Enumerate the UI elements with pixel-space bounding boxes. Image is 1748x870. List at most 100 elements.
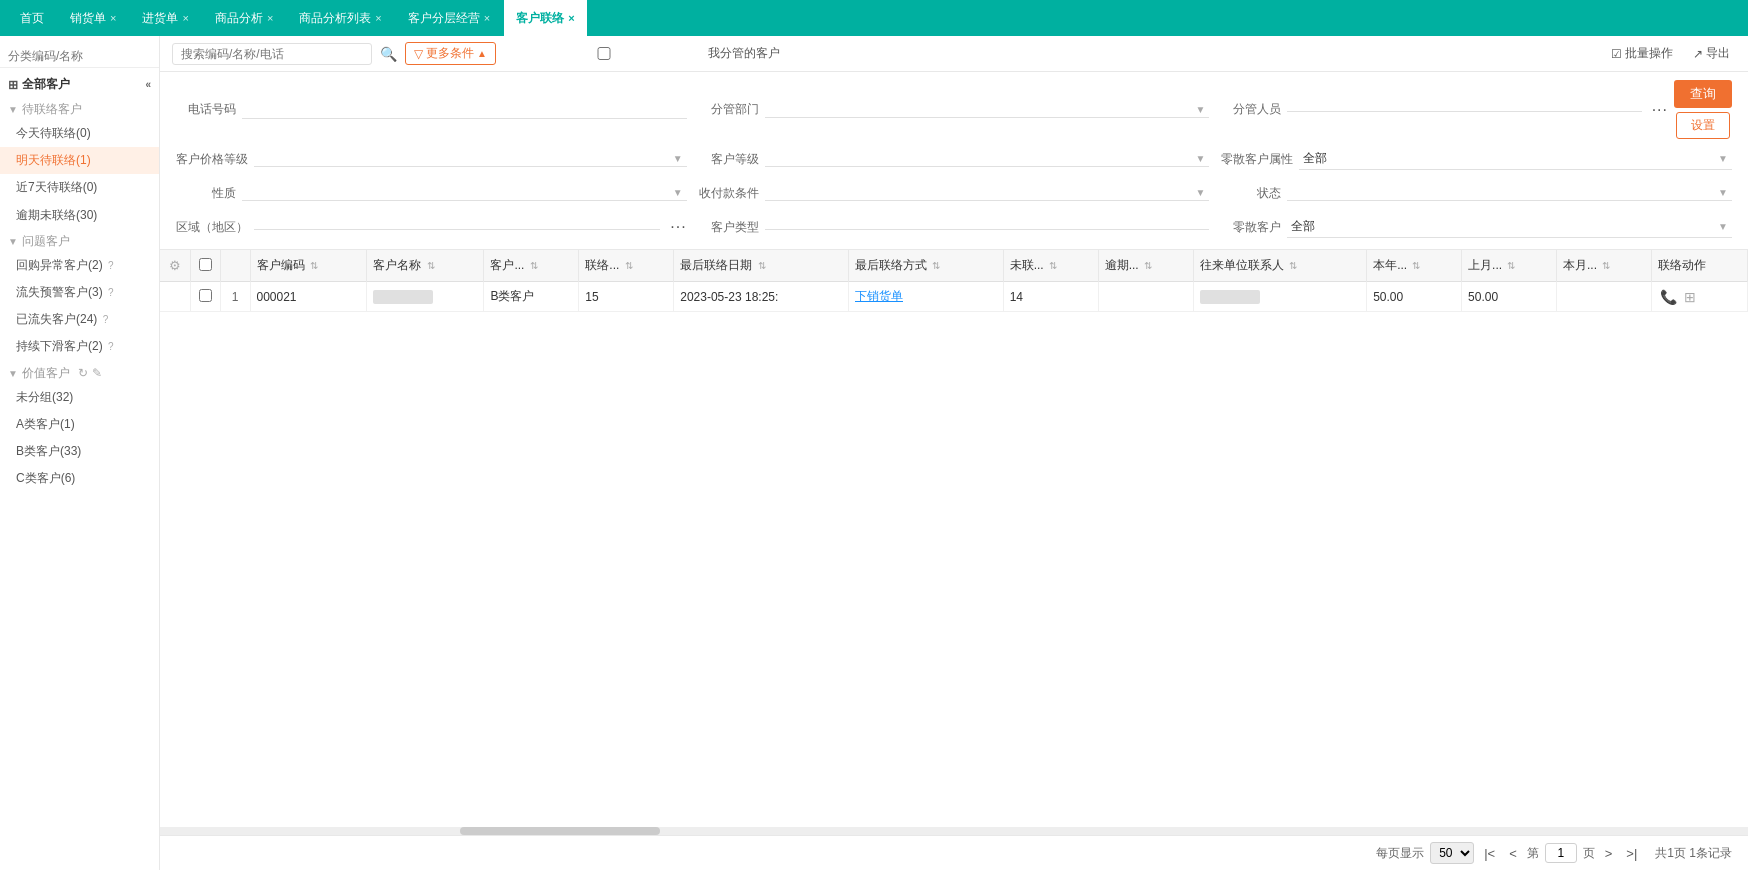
last-page-btn[interactable]: >| bbox=[1622, 845, 1641, 862]
payment-select[interactable]: ▼ bbox=[765, 185, 1210, 201]
td-checkbox[interactable] bbox=[190, 282, 220, 312]
sidebar-item-repurchase-abnormal[interactable]: 回购异常客户(2) ? bbox=[0, 252, 159, 279]
last-contact-link[interactable]: 下销货单 bbox=[855, 289, 903, 303]
nav-home[interactable]: 首页 bbox=[8, 0, 56, 36]
sort-date-icon: ⇅ bbox=[758, 260, 766, 271]
th-customer-type[interactable]: 客户... ⇅ bbox=[484, 250, 579, 282]
area-dots-icon[interactable]: ··· bbox=[670, 218, 686, 236]
area-select[interactable] bbox=[254, 225, 660, 230]
query-button[interactable]: 查询 bbox=[1674, 80, 1732, 108]
page-unit: 页 bbox=[1583, 845, 1595, 862]
sidebar-item-today-pending[interactable]: 今天待联络(0) bbox=[0, 120, 159, 147]
th-last-month[interactable]: 上月... ⇅ bbox=[1462, 250, 1557, 282]
th-last-contact-date[interactable]: 最后联络日期 ⇅ bbox=[674, 250, 849, 282]
th-customer-code[interactable]: 客户编码 ⇅ bbox=[250, 250, 367, 282]
first-page-btn[interactable]: |< bbox=[1480, 845, 1499, 862]
edit-icon[interactable]: ✎ bbox=[92, 366, 102, 380]
retail-cust-chevron-icon: ▼ bbox=[1718, 221, 1728, 232]
sidebar-item-b-class[interactable]: B类客户(33) bbox=[0, 438, 159, 465]
th-not-contacted[interactable]: 未联... ⇅ bbox=[1003, 250, 1098, 282]
customer-grade-select[interactable]: ▼ bbox=[765, 151, 1210, 167]
page-number-input[interactable] bbox=[1545, 843, 1577, 863]
gender-select[interactable]: ▼ bbox=[242, 185, 687, 201]
th-customer-name[interactable]: 客户名称 ⇅ bbox=[367, 250, 484, 282]
nav-customer-contact[interactable]: 客户联络 × bbox=[504, 0, 586, 36]
retail-attr-select[interactable]: 全部 ▼ bbox=[1299, 148, 1732, 170]
sidebar-search-input[interactable] bbox=[8, 49, 158, 63]
horizontal-scrollbar[interactable] bbox=[160, 827, 1748, 835]
nav-customer-contact-close-icon[interactable]: × bbox=[568, 12, 574, 24]
cust-grade-chevron-icon: ▼ bbox=[1195, 153, 1205, 164]
grid-icon: ⊞ bbox=[8, 78, 18, 92]
nav-purchase-close-icon[interactable]: × bbox=[182, 12, 188, 24]
nav-purchase-order[interactable]: 进货单 × bbox=[130, 0, 200, 36]
main-search-input[interactable] bbox=[172, 43, 372, 65]
refresh-icon[interactable]: ↻ bbox=[78, 366, 88, 380]
nav-product-list-close-icon[interactable]: × bbox=[375, 12, 381, 24]
gear-icon[interactable]: ⚙ bbox=[169, 258, 181, 273]
set-button[interactable]: 设置 bbox=[1676, 112, 1730, 139]
price-grade-select[interactable]: ▼ bbox=[254, 151, 687, 167]
scrollbar-thumb[interactable] bbox=[460, 827, 660, 835]
th-this-month[interactable]: 本月... ⇅ bbox=[1557, 250, 1652, 282]
nav-sales-close-icon[interactable]: × bbox=[110, 12, 116, 24]
person-dots-icon[interactable]: ··· bbox=[1652, 101, 1668, 119]
filter-row-phone: 电话号码 bbox=[176, 80, 687, 139]
phone-input[interactable] bbox=[242, 100, 687, 119]
nav-customer-tier[interactable]: 客户分层经营 × bbox=[396, 0, 502, 36]
phone-label: 电话号码 bbox=[176, 101, 236, 118]
sidebar-item-overdue-pending[interactable]: 逾期未联络(30) bbox=[0, 202, 159, 229]
question-icon-3: ? bbox=[103, 314, 109, 325]
page-size-select[interactable]: 50 bbox=[1430, 842, 1474, 864]
nav-product-analysis-close-icon[interactable]: × bbox=[267, 12, 273, 24]
th-this-year[interactable]: 本年... ⇅ bbox=[1367, 250, 1462, 282]
person-select[interactable] bbox=[1287, 107, 1641, 112]
sidebar-item-declining[interactable]: 持续下滑客户(2) ? bbox=[0, 333, 159, 360]
sidebar-item-churned[interactable]: 已流失客户(24) ? bbox=[0, 306, 159, 333]
customer-table: ⚙ 客户编码 ⇅ 客户名称 ⇅ bbox=[160, 250, 1748, 312]
next-page-btn[interactable]: > bbox=[1601, 845, 1617, 862]
retail-attr-label: 零散客户属性 bbox=[1221, 151, 1293, 168]
sidebar-item-ungrouped[interactable]: 未分组(32) bbox=[0, 384, 159, 411]
retail-attr-chevron-icon: ▼ bbox=[1718, 153, 1728, 164]
sidebar-item-a-class[interactable]: A类客户(1) bbox=[0, 411, 159, 438]
main-search-icon[interactable]: 🔍 bbox=[380, 46, 397, 62]
sidebar-all-customers[interactable]: ⊞ 全部客户 « bbox=[0, 72, 159, 97]
batch-ops-btn[interactable]: ☑ 批量操作 bbox=[1605, 43, 1679, 64]
status-label: 状态 bbox=[1221, 185, 1281, 202]
phone-action-icon[interactable]: 📞 bbox=[1660, 289, 1677, 305]
th-partner-contact[interactable]: 往来单位联系人 ⇅ bbox=[1193, 250, 1367, 282]
sidebar-collapse-icon[interactable]: « bbox=[145, 79, 151, 90]
nav-product-analysis[interactable]: 商品分析 × bbox=[203, 0, 285, 36]
th-last-contact-method[interactable]: 最后联络方式 ⇅ bbox=[849, 250, 1004, 282]
more-filter-btn[interactable]: ▽ 更多条件 ▲ bbox=[405, 42, 496, 65]
th-contact[interactable]: 联络... ⇅ bbox=[579, 250, 674, 282]
sort-last-month-icon: ⇅ bbox=[1507, 260, 1515, 271]
sidebar-item-7days-pending[interactable]: 近7天待联络(0) bbox=[0, 174, 159, 201]
filter-row-person: 分管人员 ··· 查询 设置 bbox=[1221, 80, 1732, 139]
status-select[interactable]: ▼ bbox=[1287, 185, 1732, 201]
sidebar-item-c-class[interactable]: C类客户(6) bbox=[0, 465, 159, 492]
prev-page-btn[interactable]: < bbox=[1505, 845, 1521, 862]
sidebar-item-churn-warning[interactable]: 流失预警客户(3) ? bbox=[0, 279, 159, 306]
td-customer-type: B类客户 bbox=[484, 282, 579, 312]
grid-action-icon[interactable]: ⊞ bbox=[1684, 289, 1696, 305]
chevron-up-icon: ▲ bbox=[477, 48, 487, 59]
sidebar-item-tomorrow-pending[interactable]: 明天待联络(1) bbox=[0, 147, 159, 174]
export-btn[interactable]: ↗ 导出 bbox=[1687, 43, 1736, 64]
nav-customer-tier-close-icon[interactable]: × bbox=[484, 12, 490, 24]
nav-product-list[interactable]: 商品分析列表 × bbox=[287, 0, 393, 36]
dept-select[interactable]: ▼ bbox=[765, 102, 1210, 118]
th-checkbox[interactable] bbox=[190, 250, 220, 282]
my-customer-checkbox[interactable] bbox=[504, 47, 704, 60]
th-gear[interactable]: ⚙ bbox=[160, 250, 190, 282]
select-all-checkbox[interactable] bbox=[199, 258, 212, 271]
row-checkbox[interactable] bbox=[199, 289, 212, 302]
customer-type-select[interactable] bbox=[765, 225, 1210, 230]
filter-row-status: 状态 ▼ bbox=[1221, 179, 1732, 207]
my-customer-checkbox-container[interactable]: 我分管的客户 bbox=[504, 45, 780, 62]
th-overdue[interactable]: 逾期... ⇅ bbox=[1098, 250, 1193, 282]
nav-sales-order[interactable]: 销货单 × bbox=[58, 0, 128, 36]
retail-customer-select[interactable]: 全部 ▼ bbox=[1287, 216, 1732, 238]
td-last-contact-method[interactable]: 下销货单 bbox=[849, 282, 1004, 312]
